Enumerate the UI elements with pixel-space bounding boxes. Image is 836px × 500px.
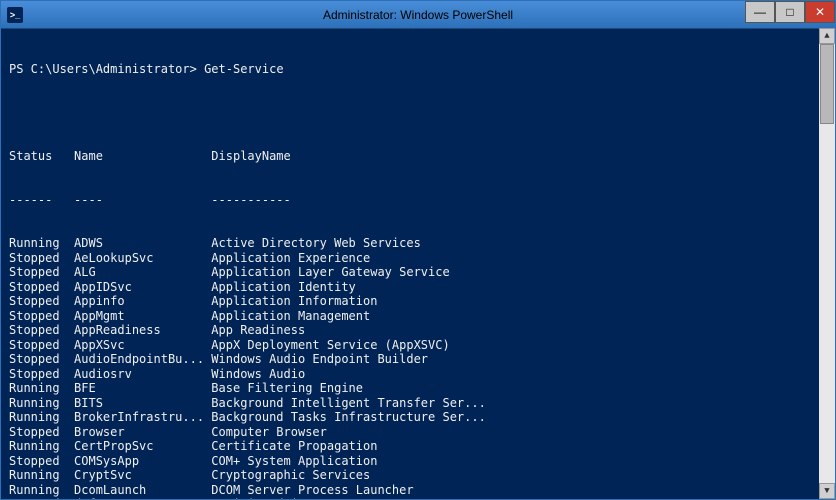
command-text: Get-Service [204, 62, 283, 76]
service-row: Stopped ALG Application Layer Gateway Se… [9, 265, 827, 280]
minimize-button[interactable]: — [745, 1, 775, 23]
service-row: Stopped defragsvc Optimize drives [9, 497, 827, 499]
service-row: Stopped AppMgmt Application Management [9, 309, 827, 324]
service-row: Stopped AppIDSvc Application Identity [9, 280, 827, 295]
service-row: Stopped AeLookupSvc Application Experien… [9, 251, 827, 266]
service-row: Stopped Browser Computer Browser [9, 425, 827, 440]
column-headers: Status Name DisplayName [9, 149, 827, 164]
close-button[interactable]: ✕ [805, 1, 835, 23]
powershell-window: >_ Administrator: Windows PowerShell — □… [0, 0, 836, 500]
scroll-up-button[interactable]: ▲ [819, 28, 835, 44]
title-bar[interactable]: >_ Administrator: Windows PowerShell — □… [1, 1, 835, 29]
powershell-icon: >_ [7, 7, 23, 23]
prompt-line: PS C:\Users\Administrator> Get-Service [9, 62, 827, 77]
vertical-scrollbar[interactable]: ▲ ▼ [819, 28, 835, 499]
service-row: Running CryptSvc Cryptographic Services [9, 468, 827, 483]
service-row: Stopped Audiosrv Windows Audio [9, 367, 827, 382]
service-row: Stopped COMSysApp COM+ System Applicatio… [9, 454, 827, 469]
scroll-track[interactable] [819, 44, 835, 483]
service-row: Running BrokerInfrastru... Background Ta… [9, 410, 827, 425]
maximize-button[interactable]: □ [775, 1, 805, 23]
window-controls: — □ ✕ [745, 1, 835, 23]
service-row: Running DcomLaunch DCOM Server Process L… [9, 483, 827, 498]
service-row: Running CertPropSvc Certificate Propagat… [9, 439, 827, 454]
service-row: Stopped Appinfo Application Information [9, 294, 827, 309]
service-row: Stopped AppReadiness App Readiness [9, 323, 827, 338]
console-output[interactable]: PS C:\Users\Administrator> Get-Service S… [1, 29, 835, 499]
service-rows: Running ADWS Active Directory Web Servic… [9, 236, 827, 499]
scroll-down-button[interactable]: ▼ [819, 483, 835, 499]
column-underlines: ------ ---- ----------- [9, 193, 827, 208]
blank-line [9, 106, 827, 121]
prompt: PS C:\Users\Administrator> [9, 62, 204, 76]
window-title: Administrator: Windows PowerShell [323, 8, 513, 22]
service-row: Running BFE Base Filtering Engine [9, 381, 827, 396]
service-row: Running ADWS Active Directory Web Servic… [9, 236, 827, 251]
service-row: Stopped AudioEndpointBu... Windows Audio… [9, 352, 827, 367]
scroll-thumb[interactable] [820, 44, 834, 124]
service-row: Stopped AppXSvc AppX Deployment Service … [9, 338, 827, 353]
service-row: Running BITS Background Intelligent Tran… [9, 396, 827, 411]
